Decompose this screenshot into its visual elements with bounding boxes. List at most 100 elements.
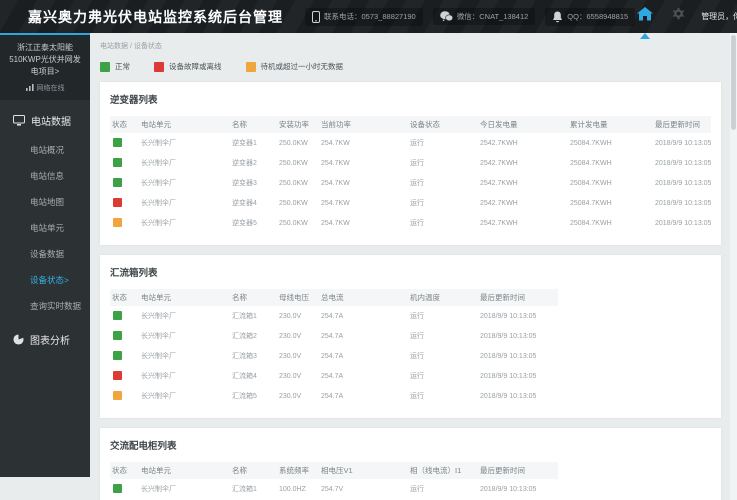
table-row[interactable]: 长兴制伞厂 汇流箱1 230.0V 254.7A 运行 2018/9/9 10:13:05 bbox=[110, 306, 558, 326]
legend-swatch-green bbox=[100, 61, 110, 72]
inverter-table: 状态 电站单元 名称 安装功率 当前功率 设备状态 今日发电量 累计发电量 最后更新时间 长兴制伞… bbox=[110, 116, 711, 233]
table-header-row: 状态 电站单元 名称 母线电压 总电流 机内温度 最后更新时间 bbox=[110, 289, 558, 306]
project-block: 浙江正泰太阳能510KWP光伏并网发电项目> 网络在线 bbox=[0, 33, 90, 100]
sidebar-menu: 电站数据电站概况 电站信息 电站地图 电站单元 设备数据 设备状态> 查询实时数据 图表分析 bbox=[0, 100, 90, 356]
sidebar-item[interactable]: 电站地图 bbox=[0, 189, 90, 215]
table-cell: 运行 bbox=[410, 373, 424, 380]
table-cell: 254.7A bbox=[321, 332, 344, 340]
table-cell: 长兴制伞厂 bbox=[141, 200, 176, 207]
table-row[interactable]: 长兴制伞厂 逆变器2 250.0KW 254.7KW 运行 2542.7KWH 25084.… bbox=[110, 153, 711, 173]
table-cell: 运行 bbox=[410, 220, 424, 227]
table-title-combiner: 汇流箱列表 bbox=[110, 268, 158, 279]
table-cell: 汇流箱1 bbox=[232, 313, 257, 320]
main-content: 电站数据 / 设备状态 正常 设备故障或离线 待机或超过一小时无数据 逆变器列表 状… bbox=[90, 33, 737, 500]
table-cell: 2542.7KWH bbox=[480, 219, 518, 227]
table-row[interactable]: 长兴制伞厂 逆变器3 250.0KW 254.7KW 运行 2542.7KWH 25084.… bbox=[110, 173, 711, 193]
column-header: 名称 bbox=[230, 289, 277, 306]
sidebar-items: 电站概况 电站信息 电站地图 电站单元 设备数据 设备状态> 查询实时数据 bbox=[0, 137, 90, 319]
table-cell: 250.0KW bbox=[279, 159, 308, 167]
inverter-list-card: 逆变器列表 状态 电站单元 名称 安装功率 当前功率 设备状态 今日发电量 累计发电量 最后更新… bbox=[100, 82, 721, 245]
qq-icon bbox=[552, 11, 563, 23]
table-cell: 250.0KW bbox=[279, 179, 308, 187]
status-cell bbox=[110, 133, 139, 153]
home-button[interactable] bbox=[635, 7, 655, 39]
status-indicator-green bbox=[113, 157, 122, 167]
status-cell bbox=[110, 386, 139, 406]
table-row[interactable]: 长兴制伞厂 逆变器1 250.0KW 254.7KW 运行 2542.7KWH 25084.… bbox=[110, 133, 711, 153]
sidebar-item[interactable]: 设备状态> bbox=[0, 267, 90, 293]
table-cell: 250.0KW bbox=[279, 139, 308, 147]
sidebar-section-label: 电站数据 bbox=[31, 117, 71, 128]
table-cell: 230.0V bbox=[279, 392, 302, 400]
table-cell: 汇流箱5 bbox=[232, 393, 257, 400]
vertical-scrollbar[interactable] bbox=[730, 33, 737, 500]
status-indicator-green bbox=[113, 350, 122, 360]
sidebar-section-1[interactable]: 图表分析 bbox=[0, 319, 90, 356]
column-header: 安装功率 bbox=[277, 116, 319, 133]
table-row[interactable]: 长兴制伞厂 逆变器5 250.0KW 254.7KW 运行 2542.7KWH 25084.… bbox=[110, 213, 711, 233]
table-cell: 运行 bbox=[410, 333, 424, 340]
table-row[interactable]: 长兴制伞厂 汇流箱5 230.0V 254.7A 运行 2018/9/9 10:13:05 bbox=[110, 386, 558, 406]
breadcrumb: 电站数据 / 设备状态 bbox=[100, 41, 721, 51]
legend-swatch-orange bbox=[245, 61, 256, 72]
table-row[interactable]: 长兴制伞厂 逆变器4 250.0KW 254.7KW 运行 2542.7KWH 25084.… bbox=[110, 193, 711, 213]
table-cell: 逆变器5 bbox=[232, 220, 257, 227]
table-cell: 254.7KW bbox=[321, 179, 350, 187]
status-indicator-green bbox=[113, 330, 122, 340]
sidebar-section-0[interactable]: 电站数据 bbox=[0, 100, 90, 137]
table-cell: 2018/9/9 10:13:05 bbox=[480, 485, 537, 493]
table-row[interactable]: 长兴制伞厂 汇流箱4 230.0V 254.7A 运行 2018/9/9 10:13:05 bbox=[110, 366, 558, 386]
legend-item: 待机或超过一小时无数据 bbox=[245, 61, 343, 72]
column-header: 状态 bbox=[110, 116, 139, 133]
settings-button[interactable] bbox=[668, 7, 688, 27]
table-row[interactable]: 长兴制伞厂 汇流箱1 100.0HZ 254.7V 运行 2018/9/9 10:13:0… bbox=[110, 479, 558, 499]
table-cell: 230.0V bbox=[279, 312, 302, 320]
sidebar-item[interactable]: 查询实时数据 bbox=[0, 293, 90, 319]
combiner-box-list-card: 汇流箱列表 状态 电站单元 名称 母线电压 总电流 机内温度 最后更新时间长兴制伞厂 汇流箱1… bbox=[100, 255, 721, 418]
table-cell: 2018/9/9 10:13:05 bbox=[480, 372, 537, 380]
breadcrumb-item[interactable]: 电站数据 bbox=[100, 43, 128, 50]
project-selector[interactable]: 浙江正泰太阳能510KWP光伏并网发电项目> bbox=[6, 42, 84, 78]
table-cell: 逆变器2 bbox=[232, 160, 257, 167]
table-row[interactable]: 长兴制伞厂 汇流箱3 230.0V 254.7A 运行 2018/9/9 10:13:05 bbox=[110, 346, 558, 366]
breadcrumb-item[interactable]: 设备状态 bbox=[134, 43, 162, 50]
table-cell: 长兴制伞厂 bbox=[141, 313, 176, 320]
status-indicator-orange bbox=[113, 390, 122, 400]
status-indicator-red bbox=[113, 370, 122, 380]
sidebar-item[interactable]: 设备数据 bbox=[0, 241, 90, 267]
contact-qq: QQ：6558948815 bbox=[545, 7, 636, 26]
sidebar-item[interactable]: 电站信息 bbox=[0, 163, 90, 189]
status-indicator-green bbox=[113, 310, 122, 320]
table-cell: 254.7KW bbox=[321, 139, 350, 147]
table-row[interactable]: 长兴制伞厂 汇流箱2 230.0V 254.7A 运行 2018/9/9 10:13:05 bbox=[110, 326, 558, 346]
column-header: 电站单元 bbox=[139, 289, 230, 306]
network-status: 网络在线 bbox=[6, 83, 84, 93]
table-cell: 254.7A bbox=[321, 392, 344, 400]
legend-swatch-red bbox=[154, 61, 164, 72]
table-cell: 254.7A bbox=[321, 352, 344, 360]
contact-phone: 联系电话：0573_88827190 bbox=[305, 7, 423, 26]
column-header: 电站单元 bbox=[139, 462, 230, 479]
sidebar-item[interactable]: 电站概况 bbox=[0, 137, 90, 163]
table-title-inverter: 逆变器列表 bbox=[110, 95, 158, 106]
table-cell: 2018/9/9 10:13:05 bbox=[655, 159, 711, 167]
table-cell: 254.7KW bbox=[321, 199, 350, 207]
status-cell bbox=[110, 153, 139, 173]
status-cell bbox=[110, 173, 139, 193]
scrollbar-thumb[interactable] bbox=[731, 35, 736, 130]
table-cell: 250.0KW bbox=[279, 219, 308, 227]
contact-qq-label: QQ：6558948815 bbox=[567, 12, 629, 21]
column-header: 最后更新时间 bbox=[478, 289, 558, 306]
table-cell: 25084.7KWH bbox=[570, 159, 612, 167]
status-cell bbox=[110, 306, 139, 326]
sidebar-item[interactable]: 电站单元 bbox=[0, 215, 90, 241]
table-cell: 2018/9/9 10:13:05 bbox=[480, 332, 537, 340]
signal-icon bbox=[25, 83, 34, 93]
status-indicator-orange bbox=[113, 217, 122, 227]
table-cell: 长兴制伞厂 bbox=[141, 393, 176, 400]
status-cell bbox=[110, 326, 139, 346]
header-contacts: 联系电话：0573_88827190 微信：CNAT_138412 QQ：655… bbox=[305, 7, 636, 26]
column-header: 当前功率 bbox=[319, 116, 408, 133]
header-actions: 管理员，你好 | 退出 bbox=[635, 7, 737, 39]
app-title: 嘉兴奥力弗光伏电站监控系统后台管理 bbox=[28, 8, 283, 25]
